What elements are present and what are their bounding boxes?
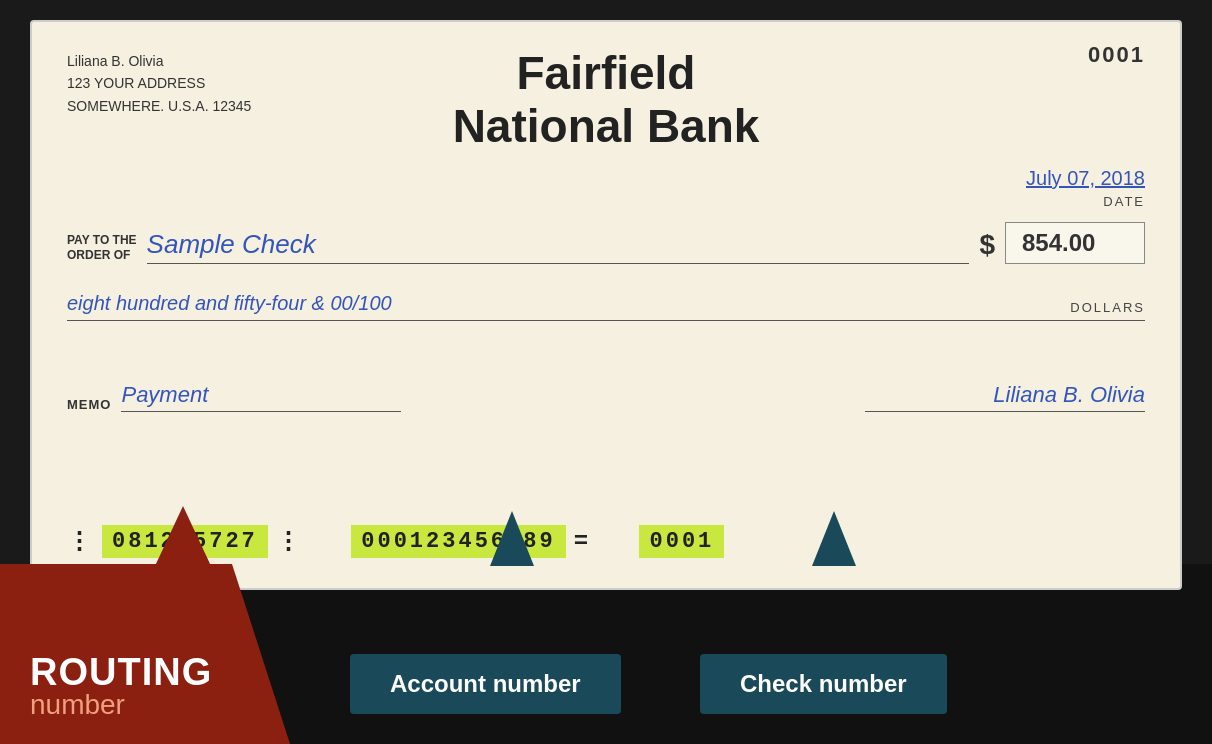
signature-value: Liliana B. Olivia bbox=[993, 382, 1145, 407]
bank-name: Fairfield National Bank bbox=[453, 47, 760, 153]
routing-subtitle: number bbox=[30, 691, 260, 719]
micr-line: ⋮ 081205727 ⋮ 000123456789 = 0001 bbox=[67, 525, 1145, 558]
account-arrow bbox=[490, 511, 534, 566]
check-number-top: 0001 bbox=[1088, 42, 1145, 68]
micr-check-number: 0001 bbox=[639, 525, 724, 558]
bottom-area: ROUTING number Account number Check numb… bbox=[0, 564, 1212, 744]
date-label: DATE bbox=[1103, 194, 1145, 209]
routing-label: ROUTING number bbox=[0, 564, 290, 744]
pay-to-value: Sample Check bbox=[147, 229, 316, 259]
pay-to-label: PAY TO THE ORDER OF bbox=[67, 233, 137, 264]
memo-value: Payment bbox=[121, 382, 208, 407]
routing-title: ROUTING bbox=[30, 653, 260, 691]
dollar-sign: $ bbox=[979, 229, 995, 264]
address-name: Liliana B. Olivia bbox=[67, 50, 251, 72]
amount-words-section: eight hundred and fifty-four & 00/100 DO… bbox=[67, 292, 1145, 321]
routing-arrow bbox=[155, 506, 211, 566]
memo-signature-section: MEMO Payment Liliana B. Olivia bbox=[67, 382, 1145, 412]
micr-equals: = bbox=[574, 528, 591, 555]
address-block: Liliana B. Olivia 123 YOUR ADDRESS SOMEW… bbox=[67, 50, 251, 117]
memo-label: MEMO bbox=[67, 397, 111, 412]
account-number-label: Account number bbox=[350, 654, 621, 714]
micr-colon-left: ⋮ bbox=[67, 527, 94, 556]
amount-words: eight hundred and fifty-four & 00/100 bbox=[67, 292, 392, 315]
pay-to-line: Sample Check bbox=[147, 229, 970, 264]
amount-box: 854.00 bbox=[1005, 222, 1145, 264]
date-area: July 07, 2018 DATE bbox=[1026, 167, 1145, 210]
check-number-label: Check number bbox=[700, 654, 947, 714]
signature-area: Liliana B. Olivia bbox=[865, 382, 1145, 412]
memo-area: MEMO Payment bbox=[67, 382, 401, 412]
address-line1: 123 YOUR ADDRESS bbox=[67, 72, 251, 94]
check-number-arrow bbox=[812, 511, 856, 566]
address-line2: SOMEWHERE. U.S.A. 12345 bbox=[67, 95, 251, 117]
dollars-label: DOLLARS bbox=[1070, 300, 1145, 315]
pay-to-section: PAY TO THE ORDER OF Sample Check $ 854.0… bbox=[67, 222, 1145, 264]
micr-colon-right: ⋮ bbox=[276, 527, 303, 556]
check-paper: 0001 Liliana B. Olivia 123 YOUR ADDRESS … bbox=[30, 20, 1182, 590]
date-value: July 07, 2018 bbox=[1026, 167, 1145, 190]
memo-line: Payment bbox=[121, 382, 401, 412]
